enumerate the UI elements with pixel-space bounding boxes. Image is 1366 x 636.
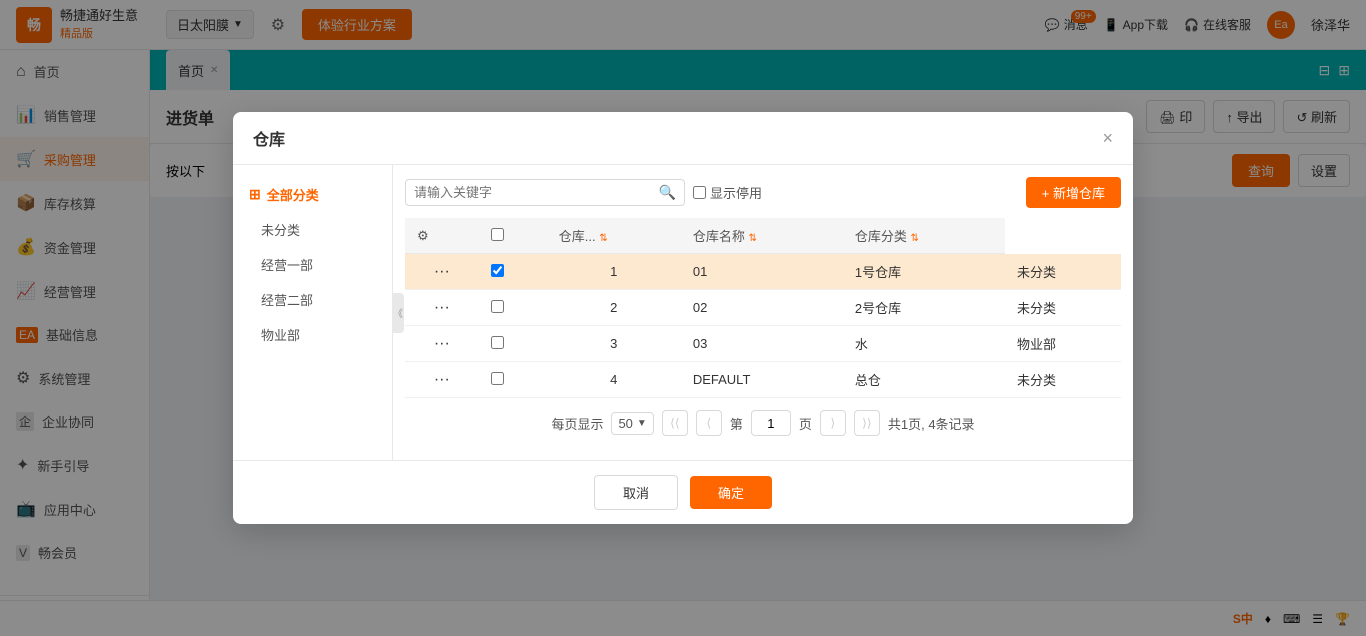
category-item-ops1[interactable]: 经营一部 [233, 247, 392, 282]
row-number: 1 [547, 254, 681, 290]
page-suffix: 页 [799, 414, 812, 433]
row-checkbox[interactable] [491, 336, 504, 349]
warehouse-table: ⚙ 仓库... ⇅ 仓库名称 [405, 218, 1121, 398]
table-panel: 🔍 显示停用 + 新增仓库 ⚙ [393, 165, 1133, 460]
category-all-header[interactable]: ⊞ 全部分类 [233, 177, 392, 212]
row-checkbox-cell [479, 362, 547, 398]
new-warehouse-button[interactable]: + 新增仓库 [1026, 177, 1121, 208]
row-code: 03 [681, 326, 843, 362]
row-checkbox[interactable] [491, 372, 504, 385]
row-actions[interactable]: ··· [405, 362, 479, 398]
table-scroll-area: ⚙ 仓库... ⇅ 仓库名称 [405, 218, 1121, 398]
category-item-unclassified[interactable]: 未分类 [233, 212, 392, 247]
table-header-row: ⚙ 仓库... ⇅ 仓库名称 [405, 218, 1121, 254]
row-code: 02 [681, 290, 843, 326]
search-input-wrap: 🔍 [405, 179, 685, 206]
row-checkbox-cell [479, 326, 547, 362]
row-category: 未分类 [1005, 254, 1121, 290]
show-disabled-checkbox[interactable] [693, 186, 706, 199]
page-number-input[interactable] [751, 410, 791, 436]
next-page-button[interactable]: ⟩ [820, 410, 846, 436]
row-number: 3 [547, 326, 681, 362]
table-row[interactable]: ··· 4 DEFAULT 总仓 未分类 [405, 362, 1121, 398]
row-name: 水 [843, 326, 1005, 362]
search-input[interactable] [414, 185, 655, 200]
row-actions[interactable]: ··· [405, 326, 479, 362]
table-header-code[interactable]: 仓库... ⇅ [547, 218, 681, 254]
table-row[interactable]: ··· 3 03 水 物业部 [405, 326, 1121, 362]
row-checkbox-cell [479, 290, 547, 326]
per-page-select[interactable]: 50 ▼ [611, 412, 653, 435]
gear-header-icon: ⚙ [417, 228, 429, 243]
row-number: 4 [547, 362, 681, 398]
modal-overlay: 仓库 × ⊞ 全部分类 未分类 经营一部 经营二部 [0, 0, 1366, 636]
category-collapse-button[interactable]: 《 [392, 293, 404, 333]
table-row[interactable]: ··· 1 01 1号仓库 未分类 [405, 254, 1121, 290]
cancel-button[interactable]: 取消 [594, 475, 678, 510]
search-icon[interactable]: 🔍 [659, 184, 676, 201]
total-records-label: 共1页, 4条记录 [888, 414, 975, 433]
select-all-checkbox[interactable] [491, 228, 504, 241]
page-label: 第 [730, 414, 743, 433]
category-item-property[interactable]: 物业部 [233, 317, 392, 352]
table-header-name[interactable]: 仓库名称 ⇅ [681, 218, 843, 254]
grid-icon: ⊞ [249, 186, 261, 203]
row-checkbox-cell [479, 254, 547, 290]
table-header-gear: ⚙ [405, 218, 479, 254]
row-category: 物业部 [1005, 326, 1121, 362]
modal-close-button[interactable]: × [1102, 128, 1113, 149]
category-all-label: 全部分类 [267, 185, 319, 204]
row-number: 2 [547, 290, 681, 326]
row-name: 2号仓库 [843, 290, 1005, 326]
row-name: 总仓 [843, 362, 1005, 398]
row-checkbox[interactable] [491, 300, 504, 313]
first-page-button[interactable]: ⟨⟨ [662, 410, 688, 436]
category-sort-icon: ⇅ [911, 233, 919, 244]
row-actions[interactable]: ··· [405, 290, 479, 326]
name-sort-icon: ⇅ [748, 233, 756, 244]
category-sidebar: ⊞ 全部分类 未分类 经营一部 经营二部 物业部 《 [233, 165, 393, 460]
modal-footer: 取消 确定 [233, 460, 1133, 524]
modal-header: 仓库 × [233, 112, 1133, 165]
last-page-button[interactable]: ⟩⟩ [854, 410, 880, 436]
confirm-button[interactable]: 确定 [690, 476, 772, 509]
show-disabled-wrap: 显示停用 [693, 183, 762, 202]
per-page-value: 50 [618, 416, 632, 431]
row-checkbox[interactable] [491, 264, 504, 277]
table-toolbar: 🔍 显示停用 + 新增仓库 [405, 177, 1121, 208]
row-code: DEFAULT [681, 362, 843, 398]
table-body: ··· 1 01 1号仓库 未分类 ··· 2 02 2号仓库 未分类 ··· … [405, 254, 1121, 398]
row-category: 未分类 [1005, 290, 1121, 326]
table-row[interactable]: ··· 2 02 2号仓库 未分类 [405, 290, 1121, 326]
per-page-label: 每页显示 [551, 414, 603, 433]
pagination: 每页显示 50 ▼ ⟨⟨ ⟨ 第 页 ⟩ ⟩⟩ 共1页, 4条记录 [405, 398, 1121, 448]
row-category: 未分类 [1005, 362, 1121, 398]
row-actions[interactable]: ··· [405, 254, 479, 290]
table-header-checkbox [479, 218, 547, 254]
modal-title: 仓库 [253, 126, 285, 150]
per-page-chevron: ▼ [637, 418, 647, 429]
row-code: 01 [681, 254, 843, 290]
warehouse-modal: 仓库 × ⊞ 全部分类 未分类 经营一部 经营二部 [233, 112, 1133, 524]
prev-page-button[interactable]: ⟨ [696, 410, 722, 436]
row-name: 1号仓库 [843, 254, 1005, 290]
category-item-ops2[interactable]: 经营二部 [233, 282, 392, 317]
show-disabled-label: 显示停用 [710, 183, 762, 202]
table-header-category[interactable]: 仓库分类 ⇅ [843, 218, 1005, 254]
code-sort-icon: ⇅ [599, 233, 607, 244]
modal-body: ⊞ 全部分类 未分类 经营一部 经营二部 物业部 《 [233, 165, 1133, 460]
